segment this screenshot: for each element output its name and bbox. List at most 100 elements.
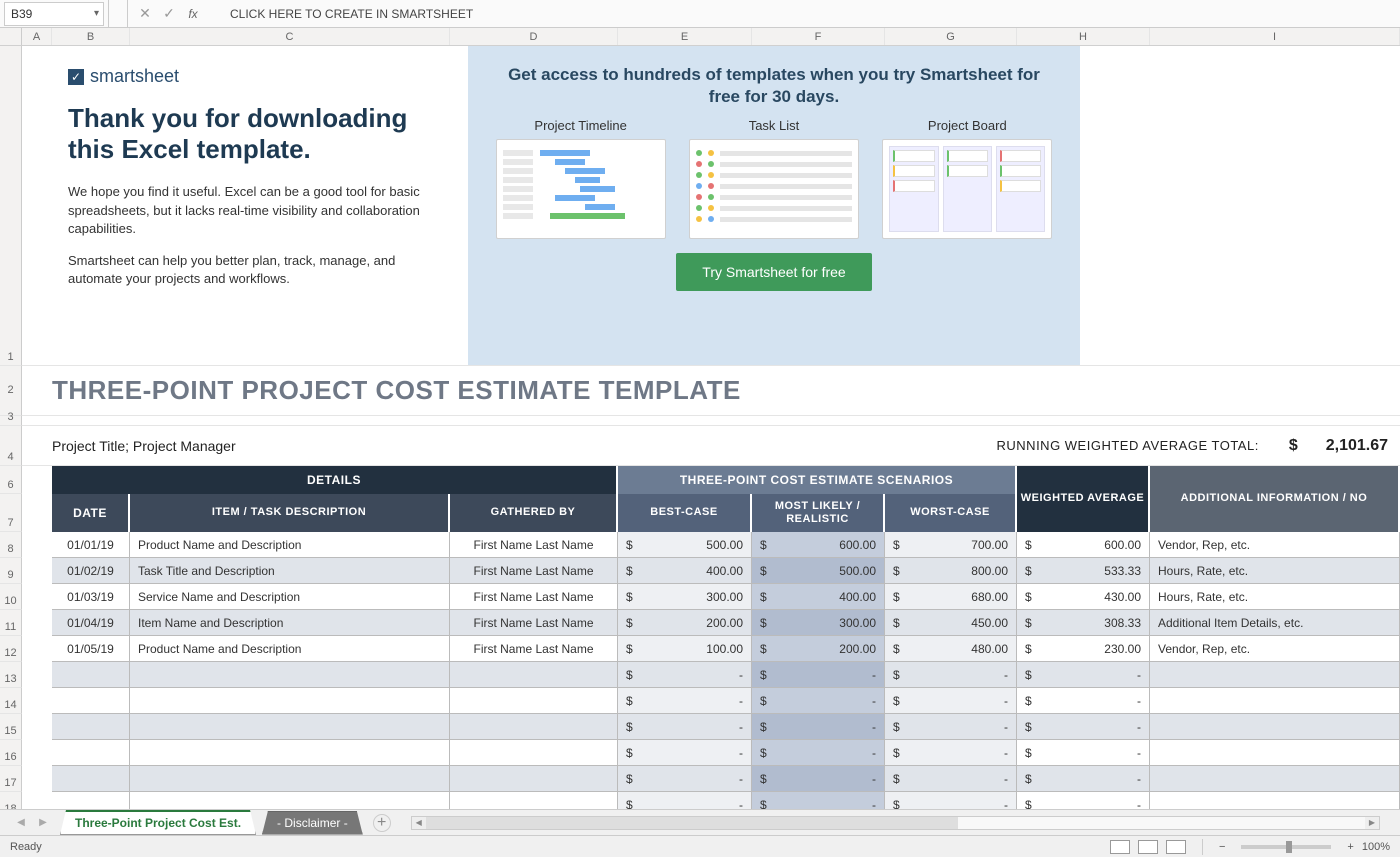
cell-weighted[interactable]: $- — [1017, 792, 1150, 809]
cell-best[interactable]: $200.00 — [618, 610, 752, 636]
cell-gathered[interactable] — [450, 714, 618, 740]
cell-item[interactable] — [130, 740, 450, 766]
cell-likely[interactable]: $200.00 — [752, 636, 885, 662]
cell-worst[interactable]: $450.00 — [885, 610, 1017, 636]
col-header-h[interactable]: H — [1017, 28, 1150, 45]
select-all-corner[interactable] — [0, 28, 22, 45]
cancel-icon[interactable]: ✕ — [138, 7, 152, 21]
zoom-slider[interactable] — [1241, 845, 1331, 849]
cell-best[interactable]: $- — [618, 688, 752, 714]
row-header-16[interactable]: 16 — [0, 740, 22, 766]
zoom-in[interactable]: + — [1347, 841, 1353, 853]
cell-date[interactable]: 01/02/19 — [52, 558, 130, 584]
cell-worst[interactable]: $800.00 — [885, 558, 1017, 584]
sheet-content[interactable]: ✓ smartsheet Thank you for downloading t… — [22, 46, 1400, 809]
cell-weighted[interactable]: $230.00 — [1017, 636, 1150, 662]
col-header-d[interactable]: D — [450, 28, 618, 45]
cell-worst[interactable]: $- — [885, 688, 1017, 714]
fx-icon[interactable]: fx — [186, 7, 200, 21]
cell-date[interactable]: 01/04/19 — [52, 610, 130, 636]
cell-gathered[interactable]: First Name Last Name — [450, 532, 618, 558]
row-header-4[interactable]: 4 — [0, 426, 22, 466]
cell-best[interactable]: $400.00 — [618, 558, 752, 584]
cell-gathered[interactable] — [450, 662, 618, 688]
cell-item[interactable] — [130, 662, 450, 688]
cell-likely[interactable]: $400.00 — [752, 584, 885, 610]
view-page-break[interactable] — [1166, 840, 1186, 854]
cell-worst[interactable]: $- — [885, 662, 1017, 688]
tab-main[interactable]: Three-Point Project Cost Est. — [60, 810, 256, 835]
cell-gathered[interactable]: First Name Last Name — [450, 584, 618, 610]
cell-additional[interactable]: Vendor, Rep, etc. — [1150, 636, 1400, 662]
cell-date[interactable] — [52, 766, 130, 792]
cell-date[interactable]: 01/01/19 — [52, 532, 130, 558]
cell-item[interactable]: Product Name and Description — [130, 636, 450, 662]
view-page-layout[interactable] — [1138, 840, 1158, 854]
cell-date[interactable] — [52, 688, 130, 714]
cell-likely[interactable]: $- — [752, 740, 885, 766]
cell-gathered[interactable] — [450, 740, 618, 766]
hscroll-right[interactable]: ▶ — [1365, 817, 1379, 829]
row-header-11[interactable]: 11 — [0, 610, 22, 636]
row-header-9[interactable]: 9 — [0, 558, 22, 584]
cell-worst[interactable]: $480.00 — [885, 636, 1017, 662]
cell-likely[interactable]: $- — [752, 766, 885, 792]
row-header-17[interactable]: 17 — [0, 766, 22, 792]
cell-worst[interactable]: $- — [885, 792, 1017, 809]
row-header-10[interactable]: 10 — [0, 584, 22, 610]
cell-additional[interactable] — [1150, 740, 1400, 766]
row-header-12[interactable]: 12 — [0, 636, 22, 662]
row-header-1[interactable]: 1 — [0, 46, 22, 366]
cell-weighted[interactable]: $- — [1017, 740, 1150, 766]
cell-best[interactable]: $- — [618, 714, 752, 740]
cell-gathered[interactable]: First Name Last Name — [450, 558, 618, 584]
cell-gathered[interactable] — [450, 688, 618, 714]
hscroll-left[interactable]: ◀ — [412, 817, 426, 829]
cell-weighted[interactable]: $430.00 — [1017, 584, 1150, 610]
cell-additional[interactable]: Additional Item Details, etc. — [1150, 610, 1400, 636]
cell-item[interactable] — [130, 688, 450, 714]
cell-gathered[interactable]: First Name Last Name — [450, 636, 618, 662]
zoom-out[interactable]: − — [1219, 841, 1225, 853]
cell-additional[interactable]: Hours, Rate, etc. — [1150, 558, 1400, 584]
row-header-8[interactable]: 8 — [0, 532, 22, 558]
col-header-b[interactable]: B — [52, 28, 130, 45]
col-header-g[interactable]: G — [885, 28, 1017, 45]
cell-item[interactable] — [130, 792, 450, 809]
cell-date[interactable]: 01/03/19 — [52, 584, 130, 610]
cell-weighted[interactable]: $600.00 — [1017, 532, 1150, 558]
cell-additional[interactable]: Hours, Rate, etc. — [1150, 584, 1400, 610]
cell-item[interactable] — [130, 766, 450, 792]
view-normal[interactable] — [1110, 840, 1130, 854]
col-header-f[interactable]: F — [752, 28, 885, 45]
cell-likely[interactable]: $- — [752, 688, 885, 714]
cell-additional[interactable] — [1150, 662, 1400, 688]
cell-worst[interactable]: $- — [885, 714, 1017, 740]
cell-item[interactable]: Task Title and Description — [130, 558, 450, 584]
col-header-c[interactable]: C — [130, 28, 450, 45]
cell-best[interactable]: $- — [618, 792, 752, 809]
cell-item[interactable]: Service Name and Description — [130, 584, 450, 610]
cell-best[interactable]: $300.00 — [618, 584, 752, 610]
cell-weighted[interactable]: $- — [1017, 714, 1150, 740]
cell-worst[interactable]: $680.00 — [885, 584, 1017, 610]
cell-likely[interactable]: $600.00 — [752, 532, 885, 558]
cell-likely[interactable]: $- — [752, 714, 885, 740]
add-sheet-button[interactable]: + — [373, 814, 391, 832]
cell-best[interactable]: $100.00 — [618, 636, 752, 662]
horizontal-scrollbar[interactable]: ◀ ▶ — [411, 816, 1380, 830]
col-header-e[interactable]: E — [618, 28, 752, 45]
cell-worst[interactable]: $700.00 — [885, 532, 1017, 558]
row-header-6[interactable]: 6 — [0, 466, 22, 494]
cell-best[interactable]: $500.00 — [618, 532, 752, 558]
cell-date[interactable] — [52, 714, 130, 740]
cell-item[interactable] — [130, 714, 450, 740]
row-header-2[interactable]: 2 — [0, 366, 22, 416]
cell-date[interactable] — [52, 662, 130, 688]
cell-gathered[interactable] — [450, 792, 618, 809]
cell-best[interactable]: $- — [618, 662, 752, 688]
cell-additional[interactable] — [1150, 792, 1400, 809]
cell-worst[interactable]: $- — [885, 766, 1017, 792]
cell-item[interactable]: Product Name and Description — [130, 532, 450, 558]
formula-input[interactable] — [210, 7, 1400, 21]
